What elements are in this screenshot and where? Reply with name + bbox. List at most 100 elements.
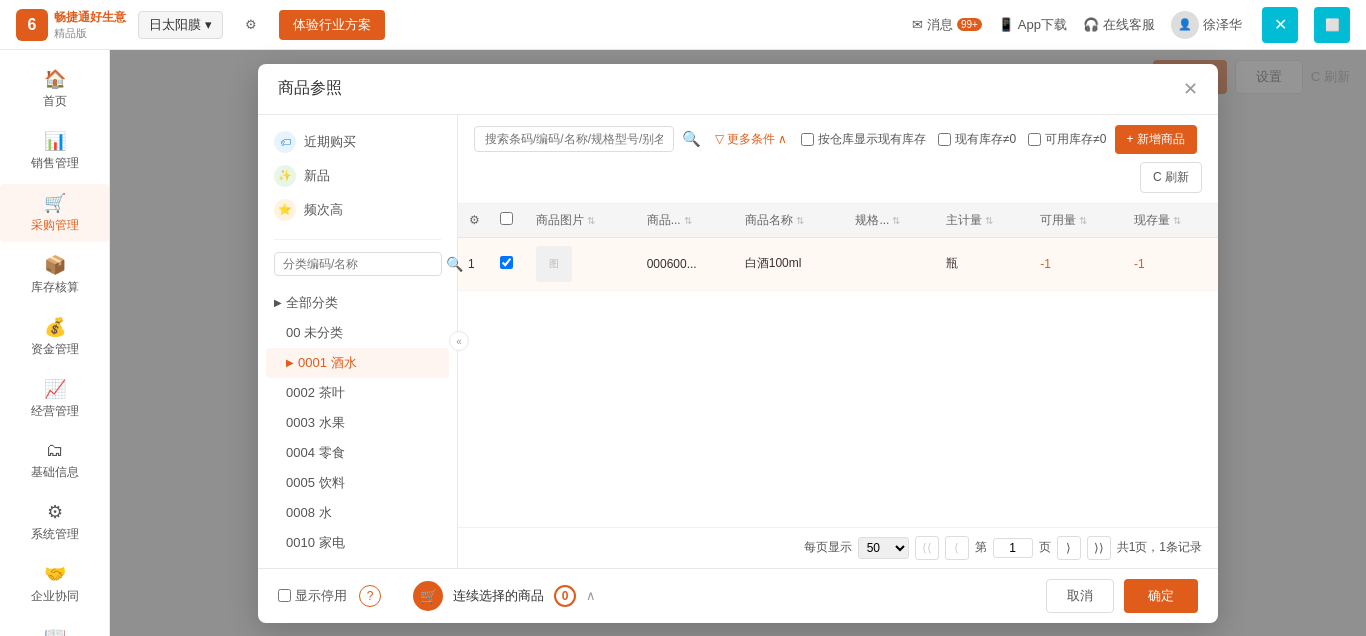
filter-up-icon: ∧ [778,132,787,146]
more-filters-button[interactable]: ▽ 更多条件 ∧ [709,127,793,152]
service-item[interactable]: 🎧 在线客服 [1083,16,1155,34]
app-download-item[interactable]: 📱 App下载 [998,16,1067,34]
recent-purchases-item[interactable]: 🏷 近期购买 [274,125,441,159]
sidebar-label-purchase: 采购管理 [31,217,79,234]
filter-label: 更多条件 [727,131,775,148]
th-product-img-sort[interactable]: 商品图片 ⇅ [536,212,627,229]
table-row[interactable]: 1 图 [458,237,1218,290]
modal-overlay: 商品参照 ✕ « 🏷 近期购买 [110,50,1366,636]
maximize-icon[interactable]: ⬜ [1314,7,1350,43]
row-checkbox[interactable] [500,256,513,269]
product-name: 白酒100ml [745,256,802,270]
th-available: 可用量 ⇅ [1030,204,1124,238]
sidebar-label-sales: 销售管理 [31,155,79,172]
product-search-input[interactable] [474,126,674,152]
available-qty: -1 [1040,257,1051,271]
sidebar-label-inventory: 库存核算 [31,279,79,296]
modal-close-button[interactable]: ✕ [1183,78,1198,100]
close-window-icon[interactable]: ✕ [1262,7,1298,43]
check-available-nonzero-input[interactable] [1028,133,1041,146]
sidebar-item-system[interactable]: ⚙ 系统管理 [0,493,109,551]
category-search-icon[interactable]: 🔍 [446,256,463,272]
user-area[interactable]: 👤 徐泽华 [1171,11,1242,39]
th-unit-sort[interactable]: 主计量 ⇅ [946,212,1020,229]
sidebar-item-inventory[interactable]: 📦 库存核算 [0,246,109,304]
logo-line1: 畅捷通好生意 [54,9,126,26]
column-settings-icon[interactable]: ⚙ [468,213,480,227]
first-page-button[interactable]: ⟨⟨ [915,536,939,560]
category-search-row: 🔍 [258,248,457,280]
th-name-sort[interactable]: 商品名称 ⇅ [745,212,836,229]
last-page-button[interactable]: ⟩⟩ [1087,536,1111,560]
collapse-left-panel-button[interactable]: « [449,331,469,351]
add-product-button[interactable]: + 新增商品 [1115,125,1197,154]
cart-area[interactable]: 🛒 [413,581,443,611]
sidebar-item-basic[interactable]: 🗂 基础信息 [0,432,109,489]
show-disabled-checkbox[interactable]: 显示停用 [278,587,347,605]
logo-line2: 精品版 [54,26,126,41]
experience-button[interactable]: 体验行业方案 [279,10,385,40]
guide-icon: 📖 [44,625,66,636]
modal-title: 商品参照 [278,78,342,99]
message-item[interactable]: ✉ 消息 99+ [912,16,982,34]
check-warehouse-stock[interactable]: 按仓库显示现有库存 [801,131,926,148]
check-stock-nonzero[interactable]: 现有库存≠0 [938,131,1016,148]
refresh-button[interactable]: C 刷新 [1140,162,1202,193]
cat-uncategorized[interactable]: 00 未分类 [266,318,449,348]
check-stock-nonzero-input[interactable] [938,133,951,146]
cell-name: 白酒100ml [735,237,846,290]
cat-tea[interactable]: 0002 茶叶 [266,378,449,408]
confirm-button[interactable]: 确定 [1124,579,1198,613]
collapse-footer-button[interactable]: ∧ [586,588,596,603]
th-spec-sort[interactable]: 规格... ⇅ [855,212,926,229]
th-code-sort[interactable]: 商品... ⇅ [647,212,725,229]
app-label: App下载 [1018,16,1067,34]
sidebar-item-guide[interactable]: 📖 新手引导 [0,617,109,636]
next-page-button[interactable]: ⟩ [1057,536,1081,560]
store-selector[interactable]: 日太阳膜 ▾ [138,11,223,39]
th-product-name: 商品名称 ⇅ [735,204,846,238]
page-size-select[interactable]: 50 100 200 [858,537,909,559]
sidebar-item-enterprise[interactable]: 🤝 企业协同 [0,555,109,613]
page-number-input[interactable] [993,538,1033,558]
th-current-stock: 现存量 ⇅ [1124,204,1218,238]
show-disabled-input[interactable] [278,589,291,602]
cat-water[interactable]: 0008 水 [266,498,449,528]
sidebar-item-sales[interactable]: 📊 销售管理 [0,122,109,180]
recent-items-section: 🏷 近期购买 ✨ 新品 ⭐ 频次高 [258,125,457,227]
cat-drinks[interactable]: 0005 饮料 [266,468,449,498]
left-panel-divider [274,239,441,240]
cancel-button[interactable]: 取消 [1046,579,1114,613]
help-icon[interactable]: ? [359,585,381,607]
sidebar-item-home[interactable]: 🏠 首页 [0,60,109,118]
product-search-button[interactable]: 🔍 [682,130,701,148]
cat-appliances[interactable]: 0010 家电 [266,528,449,558]
new-products-item[interactable]: ✨ 新品 [274,159,441,193]
cell-code: 000600... [637,237,735,290]
cell-img: 图 [526,237,637,290]
th-current-sort[interactable]: 现存量 ⇅ [1134,212,1208,229]
check-warehouse-stock-input[interactable] [801,133,814,146]
check-available-nonzero[interactable]: 可用库存≠0 [1028,131,1106,148]
cat-liquor[interactable]: ▶ 0001 酒水 [266,348,449,378]
th-spec: 规格... ⇅ [845,204,936,238]
select-all-checkbox[interactable] [500,212,513,225]
cat-all[interactable]: ▶ 全部分类 [266,288,449,318]
check-stock-nonzero-label: 现有库存≠0 [955,131,1016,148]
user-avatar: 👤 [1171,11,1199,39]
cat-fruit[interactable]: 0003 水果 [266,408,449,438]
prev-page-button[interactable]: ⟨ [945,536,969,560]
th-available-sort[interactable]: 可用量 ⇅ [1040,212,1114,229]
sidebar-item-operation[interactable]: 📈 经营管理 [0,370,109,428]
sidebar-item-purchase[interactable]: 🛒 采购管理 [0,184,109,242]
settings-icon[interactable]: ⚙ [235,9,267,41]
logo-icon: 6 [16,9,48,41]
product-image: 图 [536,246,572,282]
sidebar-label-enterprise: 企业协同 [31,588,79,605]
cat-snacks[interactable]: 0004 零食 [266,438,449,468]
category-search-input[interactable] [274,252,442,276]
sort-icon-2: ⇅ [684,215,692,226]
high-frequency-item[interactable]: ⭐ 频次高 [274,193,441,227]
sidebar-item-finance[interactable]: 💰 资金管理 [0,308,109,366]
filter-icon: ▽ [715,132,724,146]
